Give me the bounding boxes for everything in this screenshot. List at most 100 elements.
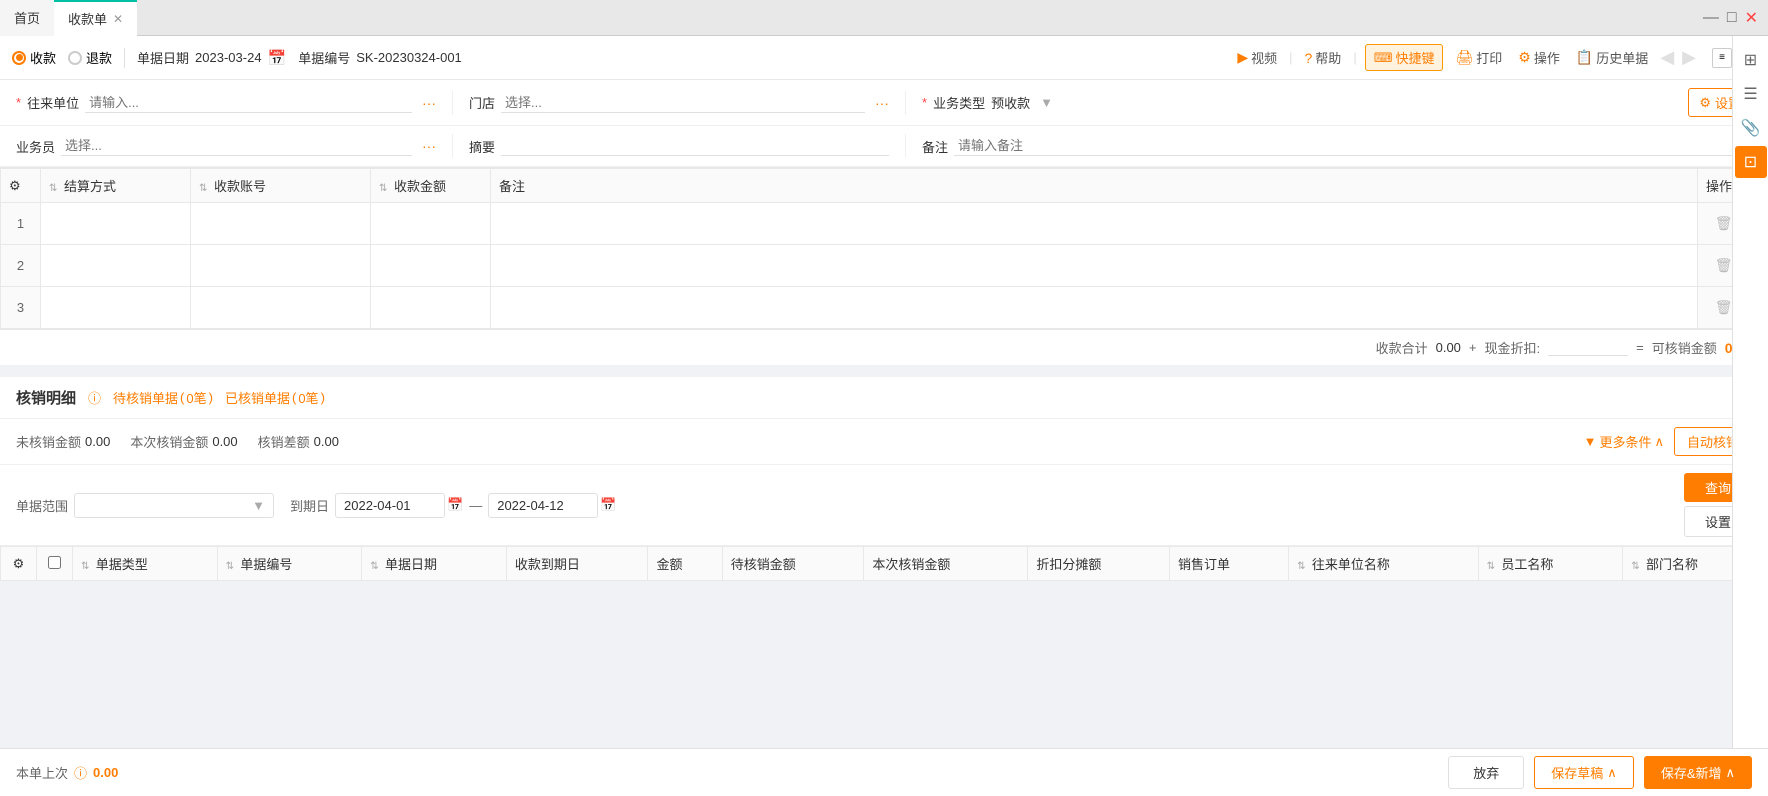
date-from-input[interactable] [335,493,445,518]
history-label: 本单上次 [16,763,68,782]
range-field: 单据范围 ▼ [16,493,274,518]
col-pending: 待核销金额 [722,547,864,581]
discount-input[interactable] [1548,340,1628,356]
calendar-from-icon[interactable]: 📅 [447,497,463,513]
date-field: 单据日期 2023-03-24 📅 [137,48,286,67]
range-label: 单据范围 [16,496,68,515]
counterpart-field: * 往来单位 ··· [16,93,436,113]
payment-table-container: ⚙ ⇅ 结算方式 ⇅ 收款账号 ⇅ 收款金额 备注 [0,167,1768,329]
summary-label: 摘要 [469,137,495,156]
row-note-1[interactable] [491,203,1698,245]
verification-header: 核销明细 ⓘ 待核销单据 (0笔) 已核销单据 (0笔) [0,377,1768,419]
store-input[interactable] [501,93,865,113]
row-payment-2[interactable] [41,245,191,287]
gear-icon: ⚙ [1699,95,1711,111]
radio-refund-label: 退款 [86,48,112,67]
right-sidebar: ⊞ ☰ 📎 ⊡ [1732,36,1768,796]
summary-input[interactable] [501,136,889,156]
delete-icon-2[interactable]: 🗑 [1715,257,1733,274]
table-row: 1 🗑 ⊕ [1,203,1768,245]
row-note-3[interactable] [491,287,1698,329]
save-draft-button[interactable]: 保存草稿 ∧ [1534,756,1634,789]
done-tab[interactable]: 已核销单据 (0笔) [225,388,325,407]
table-footer: 收款合计 0.00 + 现金折扣: = 可核销金额 0.00 [0,329,1768,371]
select-all-checkbox[interactable] [48,556,61,569]
tab-home[interactable]: 首页 [0,0,54,36]
radio-collect[interactable]: 收款 [12,48,56,67]
summary-field: 摘要 [469,136,889,156]
row-account-3[interactable] [191,287,371,329]
sep1 [452,91,453,115]
row-account-2[interactable] [191,245,371,287]
table-gear-header[interactable]: ⚙ [1,169,41,203]
store-more-icon[interactable]: ··· [875,95,889,111]
date-to-input[interactable] [488,493,598,518]
radio-refund[interactable]: 退款 [68,48,112,67]
note-input[interactable] [954,136,1752,156]
history-info: 本单上次 ⓘ 0.00 [16,763,118,782]
help-btn[interactable]: ? 帮助 [1301,46,1346,69]
counterpart-required: * [16,95,21,110]
business-dropdown-icon[interactable]: ▼ [1040,95,1053,110]
counterpart-input[interactable] [85,93,412,113]
verification-stats: 未核销金额 0.00 本次核销金额 0.00 核销差额 0.00 ▼ 更多条件 … [0,419,1768,465]
salesperson-field: 业务员 ··· [16,136,436,156]
row-account-1[interactable] [191,203,371,245]
row-note-2[interactable] [491,245,1698,287]
main-form: * 往来单位 ··· 门店 ··· * 业务类型 预收款 ▼ ⚙ 设置 业务员 [0,80,1768,377]
number-label: 单据编号 [298,48,350,67]
col-type: ⇅ 单据类型 [73,547,218,581]
range-select[interactable]: ▼ [74,493,274,518]
sep4 [905,134,906,158]
sep2 [905,91,906,115]
discard-button[interactable]: 放弃 [1448,756,1524,789]
operations-btn[interactable]: ⚙ 操作 [1514,46,1564,69]
net-label: 可核销金额 [1652,338,1717,357]
due-date-field: 到期日 📅 — 📅 [290,493,616,518]
pending-tab[interactable]: 待核销单据 (0笔) [113,388,213,407]
business-type-value: 预收款 [991,93,1030,112]
video-btn[interactable]: ▶ 视频 [1233,46,1281,69]
more-conditions-btn[interactable]: ▼ 更多条件 ∧ [1584,432,1664,451]
shortcut-btn[interactable]: ⌨ 快捷键 [1365,44,1444,71]
verification-section: 核销明细 ⓘ 待核销单据 (0笔) 已核销单据 (0笔) 未核销金额 0.00 … [0,377,1768,581]
print-icon: 🖨 [1455,49,1473,66]
tab-close-icon[interactable]: ✕ [113,12,123,26]
maximize-button[interactable]: □ [1727,9,1737,27]
plus-sign: + [1469,340,1477,355]
close-button[interactable]: ✕ [1745,8,1758,28]
toolbar-right: ▶ 视频 | ? 帮助 | ⌨ 快捷键 🖨 打印 ⚙ 操作 📋 历史单据 ◀ ▶… [1233,44,1756,71]
calendar-icon[interactable]: 📅 [268,49,287,67]
form-row-1: * 往来单位 ··· 门店 ··· * 业务类型 预收款 ▼ ⚙ 设置 [0,80,1768,126]
list-layout-icon[interactable]: ≡ [1712,48,1732,68]
verification-table-container: ⚙ ⇅ 单据类型 ⇅ 单据编号 ⇅ 单据日期 [0,546,1768,581]
sidebar-screenshot-icon[interactable]: ⊡ [1735,146,1767,178]
delete-icon-1[interactable]: 🗑 [1715,215,1733,232]
tab-receipt[interactable]: 收款单 ✕ [54,0,137,36]
delete-icon-3[interactable]: 🗑 [1715,299,1733,316]
row-amount-2[interactable] [371,245,491,287]
calendar-to-icon[interactable]: 📅 [600,497,616,513]
counterpart-more-icon[interactable]: ··· [422,95,436,111]
current-stat: 本次核销金额 0.00 [130,432,237,451]
minimize-button[interactable]: — [1703,9,1719,27]
verification-info-icon[interactable]: ⓘ [88,388,101,407]
row-payment-1[interactable] [41,203,191,245]
row-payment-3[interactable] [41,287,191,329]
salesperson-input[interactable] [61,136,412,156]
diff-value: 0.00 [314,434,339,449]
sidebar-list-icon[interactable]: ☰ [1735,78,1767,110]
save-new-button[interactable]: 保存&新增 ∧ [1644,756,1752,789]
history-info-icon[interactable]: ⓘ [74,763,87,782]
row-amount-3[interactable] [371,287,491,329]
gear-bottom-icon[interactable]: ⚙ [13,556,25,571]
sidebar-table-icon[interactable]: ⊞ [1735,44,1767,76]
salesperson-more-icon[interactable]: ··· [422,138,436,154]
row-amount-1[interactable] [371,203,491,245]
col-number: ⇅ 单据编号 [217,547,362,581]
history-btn[interactable]: 📋 历史单据 [1572,46,1652,69]
print-btn[interactable]: 🖨 打印 [1451,46,1506,69]
stats-actions: ▼ 更多条件 ∧ 自动核销 [1584,427,1752,456]
row-num-3: 3 [1,287,41,329]
sidebar-clip-icon[interactable]: 📎 [1735,112,1767,144]
